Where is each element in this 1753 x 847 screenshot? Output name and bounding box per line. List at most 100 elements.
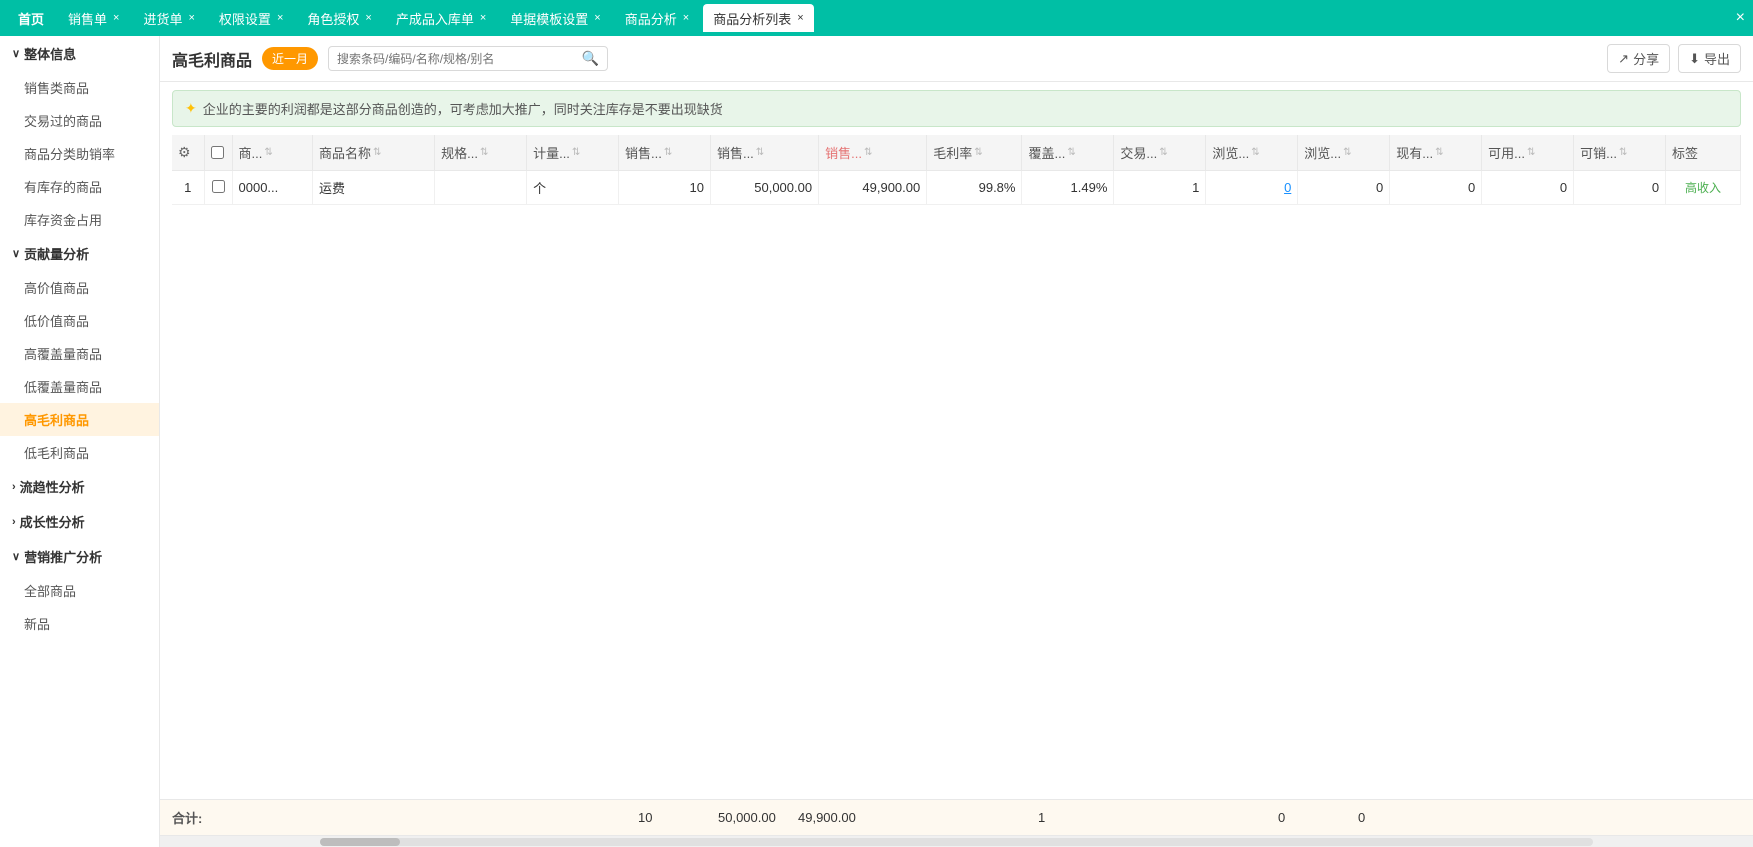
row-tag: 高收入 bbox=[1666, 171, 1741, 205]
tab-sales-order[interactable]: 销售单 × bbox=[58, 4, 129, 32]
trade-col-header[interactable]: 交易...⇅ bbox=[1114, 135, 1206, 171]
salesqty-col-header[interactable]: 销售...⇅ bbox=[619, 135, 711, 171]
tab-close-product-inbound[interactable]: × bbox=[480, 12, 486, 24]
tab-close-sales-order[interactable]: × bbox=[113, 12, 119, 24]
sidebar-group-marketing[interactable]: ∨ 营销推广分析 bbox=[0, 539, 159, 574]
spec-col-header[interactable]: 规格...⇅ bbox=[435, 135, 527, 171]
unit-col-header[interactable]: 计量...⇅ bbox=[527, 135, 619, 171]
sort-icon-11: ⇅ bbox=[1251, 147, 1259, 158]
sort-icon-15: ⇅ bbox=[1619, 147, 1627, 158]
tag-col-header[interactable]: 标签 bbox=[1666, 135, 1741, 171]
content-area: 高毛利商品 近一月 🔍 ↗ 分享 ⬇ 导出 ✦ 企业的主要的利润都是这部分商品创… bbox=[160, 36, 1753, 847]
row-checkbox[interactable] bbox=[204, 171, 232, 205]
sort-icon-10: ⇅ bbox=[1159, 147, 1167, 158]
sort-icon-6: ⇅ bbox=[756, 147, 764, 158]
sidebar-group-trend[interactable]: › 流趋性分析 bbox=[0, 469, 159, 504]
row-gross-rate: 99.8% bbox=[927, 171, 1022, 205]
sidebar-item-traded-goods[interactable]: 交易过的商品 bbox=[0, 104, 159, 137]
arrow-icon-3: › bbox=[12, 481, 16, 493]
sidebar: ∨ 整体信息 销售类商品 交易过的商品 商品分类助销率 有库存的商品 库存资金占… bbox=[0, 36, 160, 847]
footer-trade: 1 bbox=[1032, 810, 1112, 825]
available1-col-header[interactable]: 现有...⇅ bbox=[1390, 135, 1482, 171]
tab-purchase-order[interactable]: 进货单 × bbox=[133, 4, 204, 32]
tab-product-inbound[interactable]: 产成品入库单 × bbox=[386, 4, 496, 32]
select-all-checkbox[interactable] bbox=[211, 146, 224, 159]
sidebar-group-contribution[interactable]: ∨ 贡献量分析 bbox=[0, 236, 159, 271]
salesamt-col-header[interactable]: 销售...⇅ bbox=[710, 135, 818, 171]
filter-period-button[interactable]: 近一月 bbox=[262, 47, 318, 70]
export-button[interactable]: ⬇ 导出 bbox=[1678, 44, 1741, 73]
tab-permission-settings[interactable]: 权限设置 × bbox=[209, 4, 293, 32]
footer-sales-amount: 50,000.00 bbox=[712, 810, 792, 825]
tab-product-analysis[interactable]: 商品分析 × bbox=[615, 4, 699, 32]
window-close-button[interactable]: × bbox=[1736, 9, 1745, 27]
row-unit: 个 bbox=[527, 171, 619, 205]
checkbox-col-header[interactable] bbox=[204, 135, 232, 171]
sort-icon-9: ⇅ bbox=[1067, 147, 1075, 158]
code-col-header[interactable]: 商...⇅ bbox=[232, 135, 313, 171]
row-available2: 0 bbox=[1482, 171, 1574, 205]
tab-close-purchase-order[interactable]: × bbox=[188, 12, 194, 24]
search-input[interactable] bbox=[337, 52, 582, 66]
search-box: 🔍 bbox=[328, 46, 608, 71]
sidebar-item-low-coverage[interactable]: 低覆盖量商品 bbox=[0, 370, 159, 403]
horizontal-scrollbar[interactable] bbox=[160, 835, 1753, 847]
export-icon: ⬇ bbox=[1689, 51, 1700, 67]
tab-close-permission-settings[interactable]: × bbox=[277, 12, 283, 24]
browse1-link[interactable]: 0 bbox=[1284, 180, 1291, 195]
name-col-header[interactable]: 商品名称⇅ bbox=[313, 135, 435, 171]
grossrate-col-header[interactable]: 毛利率⇅ bbox=[927, 135, 1022, 171]
scroll-thumb[interactable] bbox=[320, 838, 400, 846]
row-coverage: 1.49% bbox=[1022, 171, 1114, 205]
tab-close-template-settings[interactable]: × bbox=[594, 12, 600, 24]
row-trade: 1 bbox=[1114, 171, 1206, 205]
arrow-icon: ∨ bbox=[12, 47, 20, 60]
salesprofit-col-header[interactable]: 销售...⇅ bbox=[819, 135, 927, 171]
search-icon[interactable]: 🔍 bbox=[582, 50, 599, 67]
sidebar-item-all-goods[interactable]: 全部商品 bbox=[0, 574, 159, 607]
tab-close-product-analysis-list[interactable]: × bbox=[797, 12, 803, 24]
sidebar-item-low-gross[interactable]: 低毛利商品 bbox=[0, 436, 159, 469]
share-button[interactable]: ↗ 分享 bbox=[1607, 44, 1670, 73]
tab-close-product-analysis[interactable]: × bbox=[683, 12, 689, 24]
sidebar-item-stock-capital[interactable]: 库存资金占用 bbox=[0, 203, 159, 236]
sort-icon-8: ⇅ bbox=[974, 147, 982, 158]
sidebar-item-high-value[interactable]: 高价值商品 bbox=[0, 271, 159, 304]
sidebar-group-overall[interactable]: ∨ 整体信息 bbox=[0, 36, 159, 71]
row-sales-qty: 10 bbox=[619, 171, 711, 205]
sort-icon-4: ⇅ bbox=[572, 147, 580, 158]
sidebar-item-stocked-goods[interactable]: 有库存的商品 bbox=[0, 170, 159, 203]
row-index: 1 bbox=[172, 171, 204, 205]
share-icon: ↗ bbox=[1618, 51, 1629, 67]
row-name: 运费 bbox=[313, 171, 435, 205]
sidebar-item-new-goods[interactable]: 新品 bbox=[0, 607, 159, 640]
saleable-col-header[interactable]: 可销...⇅ bbox=[1574, 135, 1666, 171]
row-select-checkbox[interactable] bbox=[212, 180, 225, 193]
arrow-icon-5: ∨ bbox=[12, 550, 20, 563]
data-table: ⚙ 商...⇅ 商品名称⇅ 规格...⇅ bbox=[172, 135, 1741, 205]
tip-icon: ✦ bbox=[185, 100, 197, 117]
settings-col-header[interactable]: ⚙ bbox=[172, 135, 204, 171]
browse2-col-header[interactable]: 浏览...⇅ bbox=[1298, 135, 1390, 171]
row-sales-profit: 49,900.00 bbox=[819, 171, 927, 205]
sidebar-item-low-value[interactable]: 低价值商品 bbox=[0, 304, 159, 337]
sort-icon-2: ⇅ bbox=[373, 147, 381, 158]
sidebar-item-high-gross[interactable]: 高毛利商品 bbox=[0, 403, 159, 436]
tab-close-role-auth[interactable]: × bbox=[365, 12, 371, 24]
sort-icon-14: ⇅ bbox=[1527, 147, 1535, 158]
tab-role-auth[interactable]: 角色授权 × bbox=[297, 4, 381, 32]
available2-col-header[interactable]: 可用...⇅ bbox=[1482, 135, 1574, 171]
content-header: 高毛利商品 近一月 🔍 ↗ 分享 ⬇ 导出 bbox=[160, 36, 1753, 82]
tab-home[interactable]: 首页 bbox=[8, 4, 54, 32]
browse1-col-header[interactable]: 浏览...⇅ bbox=[1206, 135, 1298, 171]
coverage-col-header[interactable]: 覆盖...⇅ bbox=[1022, 135, 1114, 171]
row-spec bbox=[435, 171, 527, 205]
tab-template-settings[interactable]: 单据模板设置 × bbox=[500, 4, 610, 32]
sidebar-item-high-coverage[interactable]: 高覆盖量商品 bbox=[0, 337, 159, 370]
sidebar-group-growth[interactable]: › 成长性分析 bbox=[0, 504, 159, 539]
sort-icon-7: ⇅ bbox=[864, 147, 872, 158]
scroll-track[interactable] bbox=[320, 838, 1593, 846]
sidebar-item-sales-goods[interactable]: 销售类商品 bbox=[0, 71, 159, 104]
sidebar-item-category-rate[interactable]: 商品分类助销率 bbox=[0, 137, 159, 170]
tab-product-analysis-list[interactable]: 商品分析列表 × bbox=[703, 4, 813, 32]
